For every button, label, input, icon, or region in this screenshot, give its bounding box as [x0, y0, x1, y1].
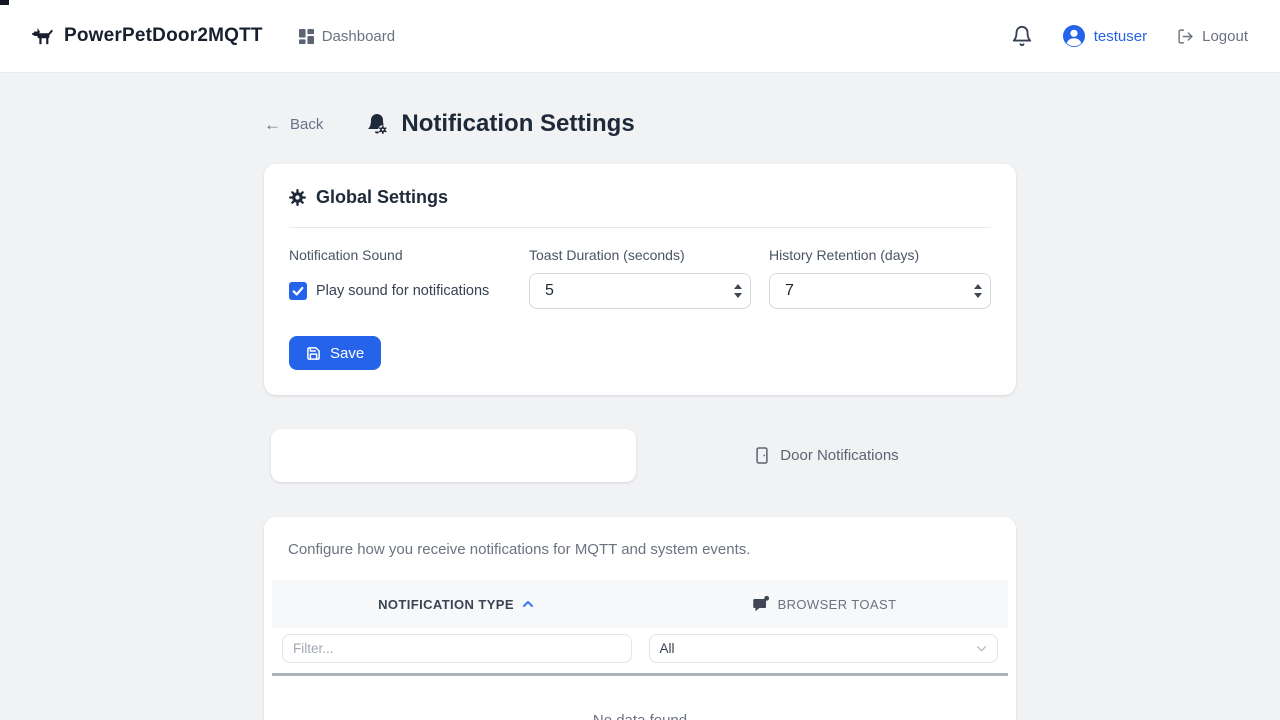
notifications-table-card: Configure how you receive notifications …: [264, 517, 1016, 720]
sort-chevron-up-icon: [522, 600, 534, 608]
notification-tabs: Door Notifications: [271, 429, 1009, 482]
bell-gear-icon: [365, 112, 389, 136]
logout-button[interactable]: Logout: [1177, 28, 1248, 45]
gear-icon: [289, 189, 306, 206]
browser-toast-header-label: BROWSER TOAST: [777, 596, 897, 612]
user-menu[interactable]: testuser: [1062, 25, 1148, 47]
logout-label: Logout: [1202, 27, 1248, 45]
stepper-down-icon[interactable]: [974, 293, 982, 298]
page-header-row: ← Back Notification Settings: [264, 110, 1016, 138]
dashboard-grid-icon: [298, 28, 314, 44]
tab-active[interactable]: [271, 429, 636, 482]
global-settings-title: Global Settings: [316, 187, 449, 207]
field-toast-duration: Toast Duration (seconds): [529, 247, 751, 309]
door-icon: [754, 446, 770, 465]
notification-sound-label: Notification Sound: [289, 247, 403, 263]
page-title-group: Notification Settings: [365, 110, 635, 138]
stepper-up-icon[interactable]: [974, 284, 982, 289]
nav-item-dashboard[interactable]: Dashboard: [298, 27, 396, 45]
toast-duration-label: Toast Duration (seconds): [529, 247, 685, 263]
column-header-browser-toast: BROWSER TOAST: [640, 595, 1008, 613]
filter-select-value: All: [659, 641, 675, 656]
logout-icon: [1177, 28, 1194, 45]
history-retention-input[interactable]: [769, 273, 991, 309]
field-notification-sound: Notification Sound Play sound for notifi…: [289, 247, 511, 309]
history-retention-label: History Retention (days): [769, 247, 920, 263]
message-badge-icon: [752, 595, 770, 613]
notifications-bell-button[interactable]: [1011, 25, 1033, 47]
play-sound-checkbox-label: Play sound for notifications: [316, 283, 490, 299]
chevron-down-icon: [976, 645, 987, 652]
brand-home-link[interactable]: PowerPetDoor2MQTT: [32, 25, 263, 47]
filter-input[interactable]: [282, 634, 632, 663]
notification-settings-page: ← Back Notification Settings Global Sett…: [264, 110, 1016, 720]
stepper-down-icon[interactable]: [734, 293, 742, 298]
toast-duration-input[interactable]: [529, 273, 751, 309]
dog-icon: [32, 26, 54, 46]
bell-icon: [1011, 25, 1033, 47]
column-header-notification-type[interactable]: NOTIFICATION TYPE: [272, 597, 640, 612]
table-empty-message: No data found: [272, 712, 1008, 720]
field-history-retention: History Retention (days): [769, 247, 991, 309]
number-stepper[interactable]: [734, 284, 742, 298]
username-label: testuser: [1093, 27, 1148, 45]
table-header-row: NOTIFICATION TYPE BROWSER TOAST: [272, 580, 1008, 628]
navbar-right: testuser Logout: [1011, 25, 1248, 47]
nav-item-dashboard-label: Dashboard: [321, 27, 396, 45]
back-label: Back: [290, 115, 324, 133]
top-navbar: PowerPetDoor2MQTT Dashboard testuser Log…: [0, 0, 1280, 73]
table-description: Configure how you receive notifications …: [288, 541, 751, 558]
global-settings-fields: Notification Sound Play sound for notifi…: [289, 247, 991, 309]
tab-door-notifications-label: Door Notifications: [780, 447, 899, 464]
user-avatar-icon: [1062, 25, 1085, 47]
global-settings-card: Global Settings Notification Sound Play …: [264, 164, 1016, 395]
global-settings-header: Global Settings: [289, 187, 991, 228]
screen-corner-artifact: [0, 0, 9, 5]
play-sound-checkbox[interactable]: Play sound for notifications: [289, 282, 489, 300]
save-button[interactable]: Save: [289, 336, 382, 370]
number-stepper[interactable]: [974, 284, 982, 298]
checkbox-checked-icon: [289, 282, 307, 300]
notification-type-header-label: NOTIFICATION TYPE: [378, 596, 514, 612]
floppy-save-icon: [306, 346, 321, 361]
table-filter-row: All: [272, 628, 1008, 676]
page-title: Notification Settings: [401, 110, 635, 137]
stepper-up-icon[interactable]: [734, 284, 742, 289]
filter-select[interactable]: All: [648, 634, 998, 663]
save-button-label: Save: [330, 344, 365, 362]
brand-title: PowerPetDoor2MQTT: [64, 25, 263, 46]
back-button[interactable]: ← Back: [264, 116, 323, 133]
tab-door-notifications[interactable]: Door Notifications: [644, 429, 1009, 482]
arrow-left-icon: ←: [264, 114, 281, 134]
